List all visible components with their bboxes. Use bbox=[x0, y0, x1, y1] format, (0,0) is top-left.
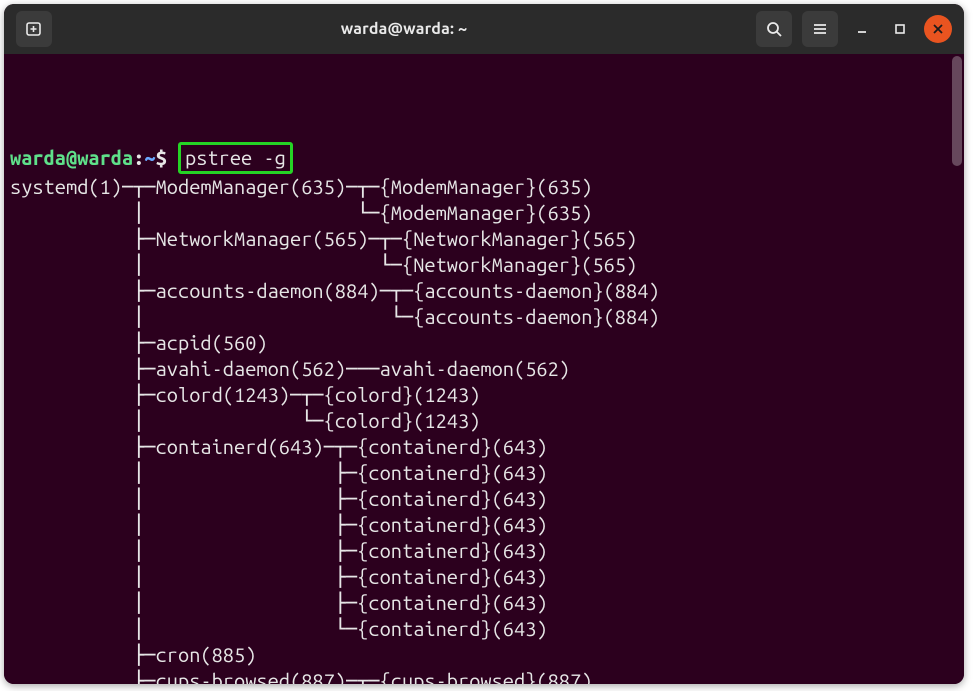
menu-button[interactable] bbox=[802, 11, 838, 47]
pstree-line: │ └─{accounts-daemon}(884) bbox=[10, 304, 958, 330]
search-button[interactable] bbox=[756, 11, 792, 47]
pstree-line: ├─cups-browsed(887)─┬─{cups-browsed}(887… bbox=[10, 668, 958, 684]
window-title: warda@warda: ~ bbox=[52, 20, 756, 38]
prompt-path: ~ bbox=[144, 146, 155, 169]
scrollbar-thumb[interactable] bbox=[952, 56, 962, 166]
pstree-line: systemd(1)─┬─ModemManager(635)─┬─{ModemM… bbox=[10, 174, 958, 200]
new-tab-icon bbox=[25, 20, 43, 38]
pstree-line: ├─containerd(643)─┬─{containerd}(643) bbox=[10, 434, 958, 460]
command-highlight: pstree -g bbox=[178, 142, 293, 174]
prompt-line: warda@warda:~$ pstree -g bbox=[10, 142, 958, 174]
terminal-window: warda@warda: ~ warda@ bbox=[4, 4, 964, 684]
pstree-line: ├─colord(1243)─┬─{colord}(1243) bbox=[10, 382, 958, 408]
search-icon bbox=[765, 20, 783, 38]
pstree-line: │ ├─{containerd}(643) bbox=[10, 460, 958, 486]
minimize-icon bbox=[855, 22, 869, 36]
close-icon bbox=[932, 23, 944, 35]
pstree-output: systemd(1)─┬─ModemManager(635)─┬─{ModemM… bbox=[10, 174, 958, 684]
pstree-line: ├─NetworkManager(565)─┬─{NetworkManager}… bbox=[10, 226, 958, 252]
pstree-line: │ └─{colord}(1243) bbox=[10, 408, 958, 434]
pstree-line: │ └─{ModemManager}(635) bbox=[10, 200, 958, 226]
pstree-line: │ ├─{containerd}(643) bbox=[10, 590, 958, 616]
maximize-button[interactable] bbox=[886, 15, 914, 43]
prompt-symbol: $ bbox=[156, 146, 167, 169]
pstree-line: │ ├─{containerd}(643) bbox=[10, 538, 958, 564]
pstree-line: ├─avahi-daemon(562)───avahi-daemon(562) bbox=[10, 356, 958, 382]
close-button[interactable] bbox=[924, 15, 952, 43]
minimize-button[interactable] bbox=[848, 15, 876, 43]
pstree-line: │ ├─{containerd}(643) bbox=[10, 564, 958, 590]
hamburger-icon bbox=[811, 20, 829, 38]
pstree-line: │ ├─{containerd}(643) bbox=[10, 512, 958, 538]
titlebar: warda@warda: ~ bbox=[4, 4, 964, 54]
pstree-line: │ ├─{containerd}(643) bbox=[10, 486, 958, 512]
prompt-userhost: warda@warda bbox=[10, 146, 133, 169]
pstree-line: ├─cron(885) bbox=[10, 642, 958, 668]
pstree-line: ├─accounts-daemon(884)─┬─{accounts-daemo… bbox=[10, 278, 958, 304]
prompt-sep: : bbox=[133, 146, 144, 169]
terminal-body[interactable]: warda@warda:~$ pstree -gsystemd(1)─┬─Mod… bbox=[4, 54, 964, 684]
maximize-icon bbox=[893, 22, 907, 36]
new-tab-button[interactable] bbox=[16, 11, 52, 47]
pstree-line: │ └─{containerd}(643) bbox=[10, 616, 958, 642]
pstree-line: │ └─{NetworkManager}(565) bbox=[10, 252, 958, 278]
pstree-line: ├─acpid(560) bbox=[10, 330, 958, 356]
